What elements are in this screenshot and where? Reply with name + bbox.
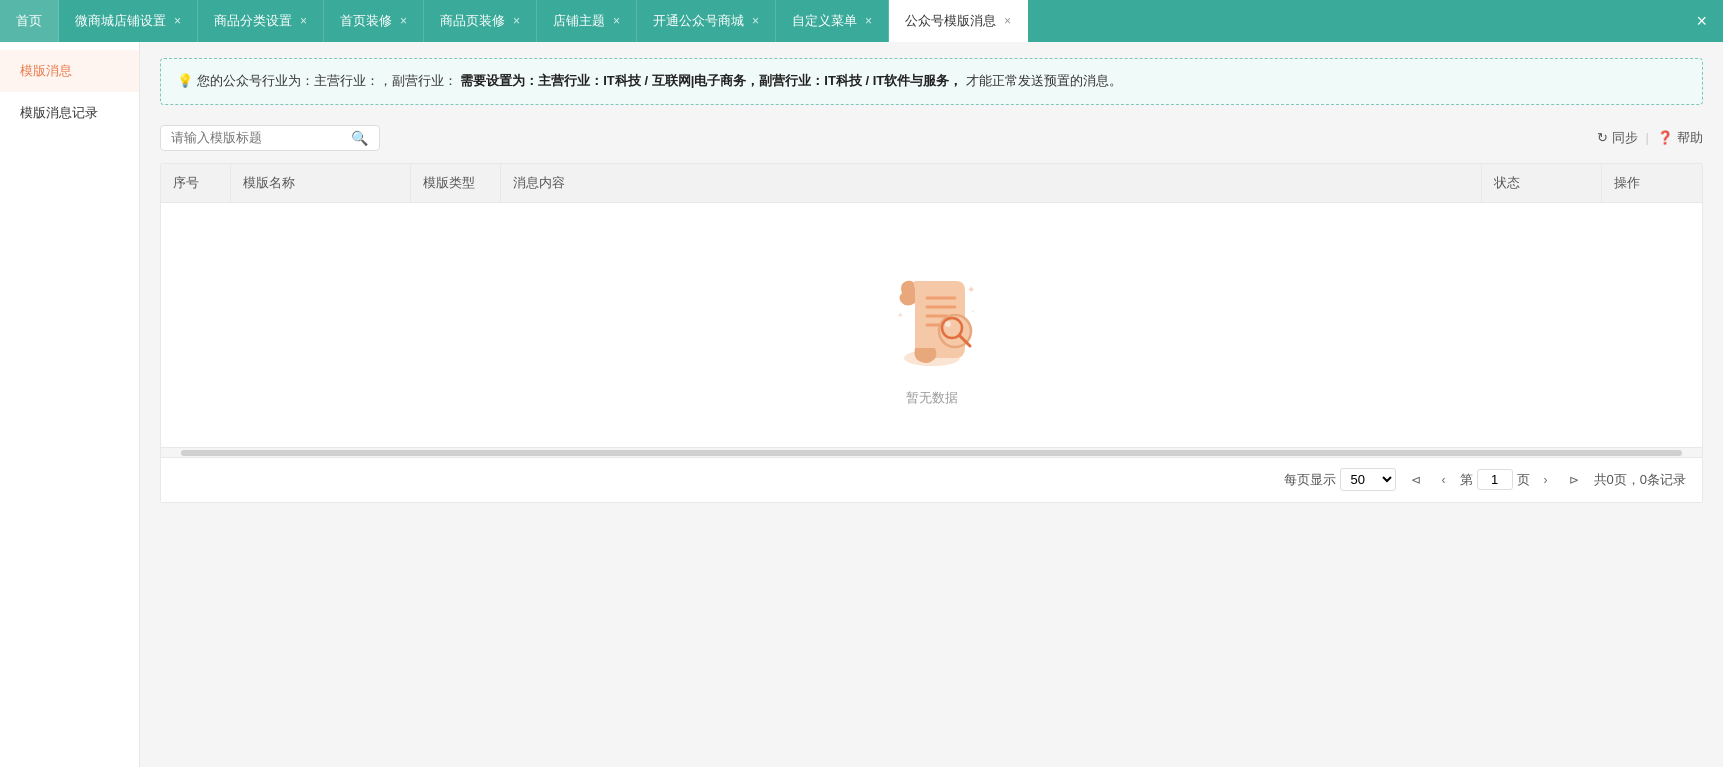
tab-template-msg-close[interactable]: × [1004, 14, 1011, 28]
tab-product-decor-label: 商品页装修 [440, 12, 505, 30]
scrollbar-track [181, 450, 1682, 456]
tab-open-mall-close[interactable]: × [752, 14, 759, 28]
sync-icon: ↻ [1597, 130, 1608, 145]
tab-product-decor-close[interactable]: × [513, 14, 520, 28]
svg-point-8 [945, 321, 951, 327]
page-size-label: 每页显示 [1284, 471, 1336, 489]
search-input-wrap: 🔍 [160, 125, 380, 151]
notice-icon: 💡 [177, 73, 193, 88]
tab-home-decor[interactable]: 首页装修 × [324, 0, 424, 42]
sidebar: 模版消息 模版消息记录 [0, 42, 140, 767]
tab-bar: 首页 微商城店铺设置 × 商品分类设置 × 首页装修 × 商品页装修 × 店铺主… [0, 0, 1723, 42]
page-last-button[interactable]: ⊳ [1562, 468, 1586, 492]
notice-text-bold: 需要设置为：主营行业：IT科技 / 互联网|电子商务，副营行业：IT科技 / I… [460, 73, 962, 88]
search-left: 🔍 [160, 125, 380, 151]
table-header: 序号 模版名称 模版类型 消息内容 状态 操作 [161, 164, 1702, 203]
tab-category-settings[interactable]: 商品分类设置 × [198, 0, 324, 42]
notice-text-prefix: 您的公众号行业为：主营行业：，副营行业： [197, 73, 457, 88]
tab-home-decor-label: 首页装修 [340, 12, 392, 30]
page-prev-button[interactable]: ‹ [1432, 468, 1456, 492]
search-icon[interactable]: 🔍 [351, 130, 368, 146]
sync-label: 同步 [1612, 129, 1638, 147]
search-bar: 🔍 ↻ 同步 | ❓ 帮助 [160, 125, 1703, 151]
page-label-di: 第 [1460, 471, 1473, 489]
tab-bar-close-all[interactable]: × [1680, 11, 1723, 32]
help-button[interactable]: ❓ 帮助 [1657, 129, 1703, 147]
page-navigation: ⊲ ‹ 第 页 › ⊳ [1404, 468, 1586, 492]
tab-product-decor[interactable]: 商品页装修 × [424, 0, 537, 42]
tab-template-msg-label: 公众号模版消息 [905, 12, 996, 30]
sidebar-item-template-msg[interactable]: 模版消息 [0, 50, 139, 92]
tab-custom-menu-close[interactable]: × [865, 14, 872, 28]
data-table: 序号 模版名称 模版类型 消息内容 状态 操作 [160, 163, 1703, 503]
tab-home-decor-close[interactable]: × [400, 14, 407, 28]
tab-custom-menu-label: 自定义菜单 [792, 12, 857, 30]
tab-template-msg[interactable]: 公众号模版消息 × [889, 0, 1028, 42]
notice-text-suffix: 才能正常发送预置的消息。 [966, 73, 1122, 88]
tab-wsc-settings[interactable]: 微商城店铺设置 × [59, 0, 198, 42]
tab-store-theme-label: 店铺主题 [553, 12, 605, 30]
empty-text: 暂无数据 [906, 389, 958, 407]
main-layout: 模版消息 模版消息记录 💡 您的公众号行业为：主营行业：，副营行业： 需要设置为… [0, 42, 1723, 767]
tab-category-settings-close[interactable]: × [300, 14, 307, 28]
sync-button[interactable]: ↻ 同步 [1597, 129, 1638, 147]
page-number-input[interactable] [1477, 469, 1513, 490]
page-first-button[interactable]: ⊲ [1404, 468, 1428, 492]
page-size-dropdown[interactable]: 50 20 100 [1340, 468, 1396, 491]
sidebar-item-template-msg-record[interactable]: 模版消息记录 [0, 92, 139, 134]
th-seq: 序号 [161, 164, 231, 202]
pagination: 每页显示 50 20 100 ⊲ ‹ 第 页 › ⊳ 共0页，0条记录 [161, 457, 1702, 502]
tab-wsc-settings-close[interactable]: × [174, 14, 181, 28]
horizontal-scrollbar[interactable] [161, 447, 1702, 457]
search-input[interactable] [171, 130, 351, 145]
search-right: ↻ 同步 | ❓ 帮助 [1597, 129, 1703, 147]
th-action: 操作 [1602, 164, 1702, 202]
total-text: 共0页，0条记录 [1594, 471, 1686, 489]
tab-store-theme[interactable]: 店铺主题 × [537, 0, 637, 42]
page-unit: 页 [1517, 471, 1530, 489]
tab-open-mall[interactable]: 开通公众号商城 × [637, 0, 776, 42]
divider: | [1646, 130, 1649, 145]
tab-home[interactable]: 首页 [0, 0, 59, 42]
help-label: 帮助 [1677, 129, 1703, 147]
content-area: 💡 您的公众号行业为：主营行业：，副营行业： 需要设置为：主营行业：IT科技 /… [140, 42, 1723, 767]
help-icon: ❓ [1657, 130, 1673, 145]
sidebar-item-template-msg-label: 模版消息 [20, 63, 72, 78]
empty-state: ✦ ✦ • 暂无数据 [161, 203, 1702, 447]
tab-custom-menu[interactable]: 自定义菜单 × [776, 0, 889, 42]
th-name: 模版名称 [231, 164, 411, 202]
page-size-select: 每页显示 50 20 100 [1284, 468, 1396, 491]
tab-category-settings-label: 商品分类设置 [214, 12, 292, 30]
tab-open-mall-label: 开通公众号商城 [653, 12, 744, 30]
tab-wsc-settings-label: 微商城店铺设置 [75, 12, 166, 30]
svg-text:✦: ✦ [897, 311, 904, 320]
sidebar-item-template-msg-record-label: 模版消息记录 [20, 105, 98, 120]
tab-store-theme-close[interactable]: × [613, 14, 620, 28]
empty-icon: ✦ ✦ • [877, 263, 987, 373]
notice-banner: 💡 您的公众号行业为：主营行业：，副营行业： 需要设置为：主营行业：IT科技 /… [160, 58, 1703, 105]
page-next-button[interactable]: › [1534, 468, 1558, 492]
th-type: 模版类型 [411, 164, 501, 202]
svg-text:✦: ✦ [967, 284, 975, 295]
th-content: 消息内容 [501, 164, 1482, 202]
th-status: 状态 [1482, 164, 1602, 202]
tab-home-label: 首页 [16, 12, 42, 30]
svg-text:•: • [972, 308, 974, 314]
